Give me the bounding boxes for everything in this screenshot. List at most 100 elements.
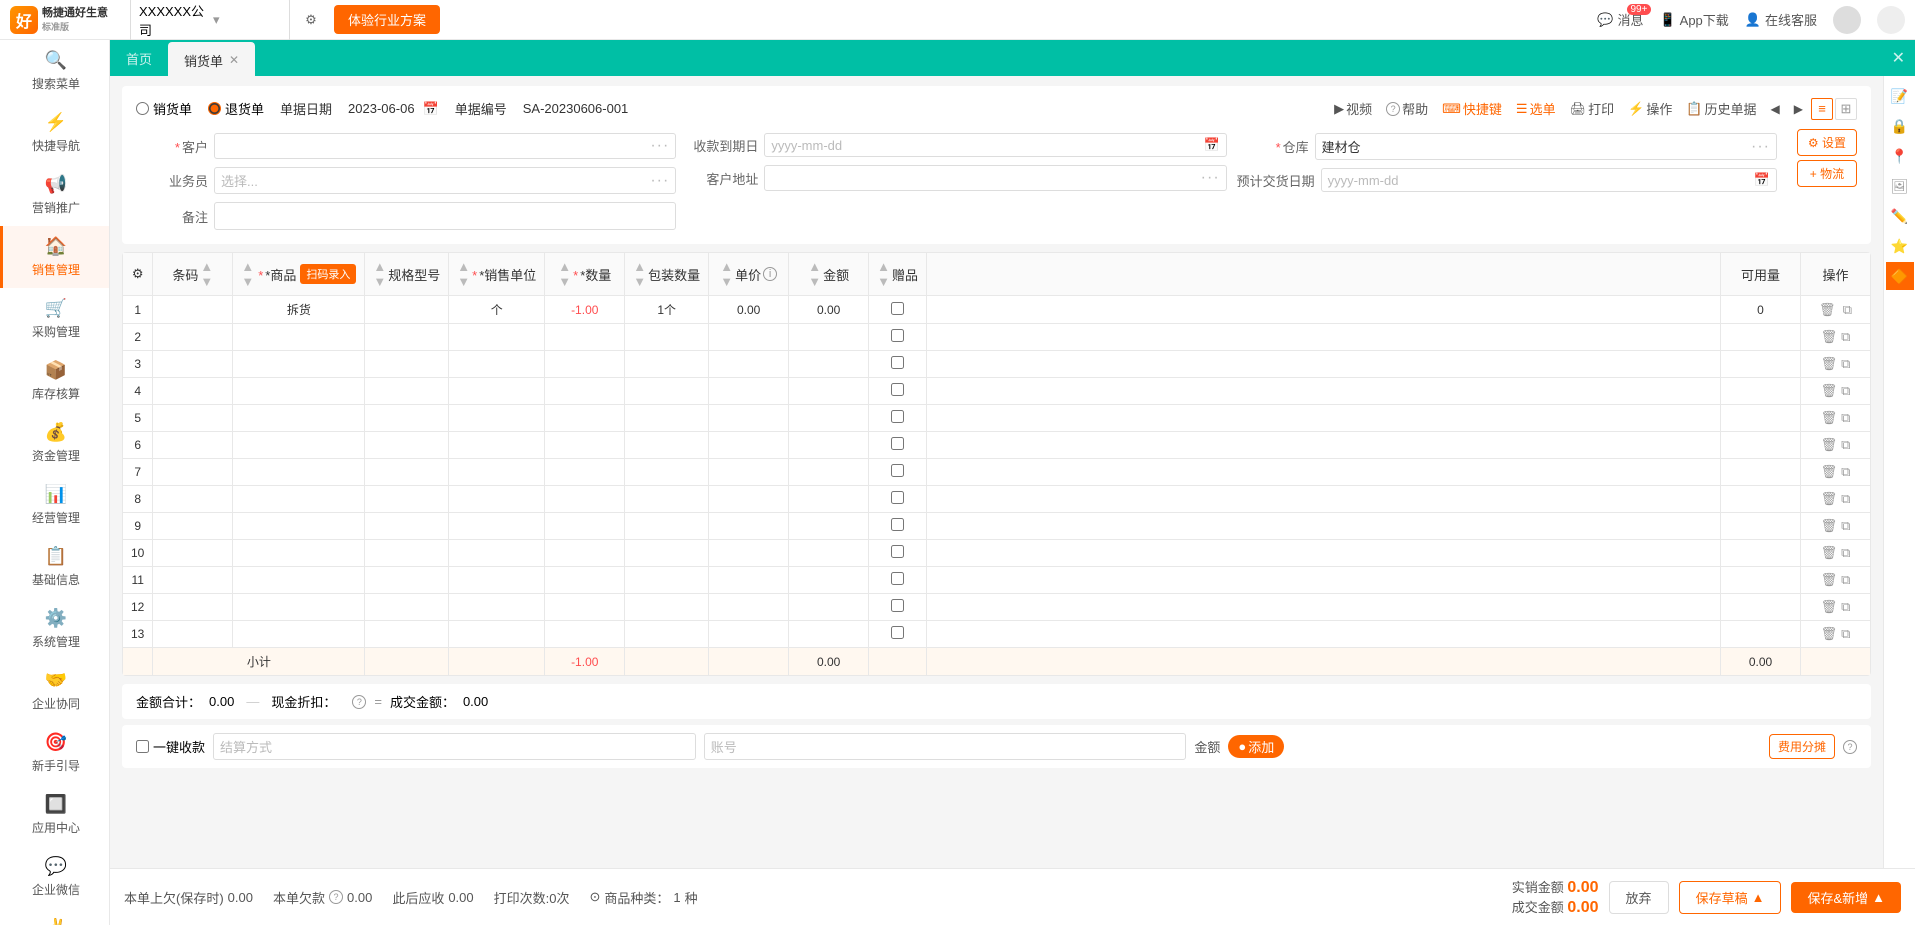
- copy-btn-6[interactable]: ⧉: [1841, 437, 1850, 452]
- sidebar-item-app-center[interactable]: 🔲 应用中心: [0, 784, 109, 846]
- pack-qty-sort[interactable]: ▲▼: [633, 259, 646, 289]
- topbar-settings-btn[interactable]: ⚙: [296, 5, 326, 35]
- copy-btn-13[interactable]: ⧉: [1841, 626, 1850, 641]
- discount-help-icon[interactable]: ?: [352, 695, 366, 709]
- rp-location-btn[interactable]: 📍: [1886, 142, 1914, 170]
- copy-btn-3[interactable]: ⧉: [1841, 356, 1850, 371]
- sidebar-item-sales[interactable]: 🏠 销售管理: [0, 226, 109, 288]
- copy-btn-11[interactable]: ⧉: [1841, 572, 1850, 587]
- delete-btn-2[interactable]: 🗑: [1821, 329, 1838, 344]
- delete-btn-11[interactable]: 🗑: [1821, 572, 1838, 587]
- sidebar-item-inventory[interactable]: 📦 库存核算: [0, 350, 109, 412]
- price-sort[interactable]: ▲▼: [720, 259, 733, 289]
- copy-btn-10[interactable]: ⧉: [1841, 545, 1850, 560]
- product-sort[interactable]: ▲▼: [241, 259, 254, 289]
- gift-checkbox-7[interactable]: [891, 464, 904, 477]
- delete-btn-10[interactable]: 🗑: [1821, 545, 1838, 560]
- toolbar-print-btn[interactable]: 🖨 打印: [1564, 96, 1621, 121]
- add-payment-btn[interactable]: ● 添加: [1228, 735, 1284, 758]
- td-amount-1[interactable]: 0.00: [789, 296, 869, 324]
- toolbar-next-btn[interactable]: ▶: [1788, 99, 1809, 119]
- gift-checkbox-13[interactable]: [891, 626, 904, 639]
- radio-return-order[interactable]: 退货单: [208, 99, 264, 118]
- gift-checkbox-12[interactable]: [891, 599, 904, 612]
- online-service-btn[interactable]: 👤 在线客服: [1745, 10, 1817, 29]
- amount-sort[interactable]: ▲▼: [808, 259, 821, 289]
- tab-sales-order[interactable]: 销货单 ✕: [168, 42, 255, 78]
- message-btn[interactable]: 💬 消息 99+: [1597, 10, 1643, 29]
- sidebar-item-finance[interactable]: 💰 资金管理: [0, 412, 109, 474]
- gift-checkbox-11[interactable]: [891, 572, 904, 585]
- copy-btn-1[interactable]: ⧉: [1843, 302, 1852, 317]
- radio-sales-order[interactable]: 销货单: [136, 99, 192, 118]
- expense-help-icon[interactable]: ?: [1843, 740, 1857, 754]
- save-draft-btn[interactable]: 保存草稿 ▲: [1679, 881, 1782, 914]
- td-product-1[interactable]: 拆货: [233, 296, 365, 324]
- gift-checkbox-4[interactable]: [891, 383, 904, 396]
- gift-checkbox-8[interactable]: [891, 491, 904, 504]
- one-click-payment-checkbox[interactable]: 一键收款: [136, 737, 205, 756]
- sidebar-item-purchase[interactable]: 🛒 采购管理: [0, 288, 109, 350]
- rp-orange-btn[interactable]: 🔶: [1886, 262, 1914, 290]
- rp-edit-btn[interactable]: ✏️: [1886, 202, 1914, 230]
- gift-checkbox-10[interactable]: [891, 545, 904, 558]
- gift-checkbox-5[interactable]: [891, 410, 904, 423]
- product-type-radio[interactable]: ⊙: [589, 889, 600, 905]
- copy-btn-4[interactable]: ⧉: [1841, 383, 1850, 398]
- sidebar-item-operations[interactable]: 📊 经营管理: [0, 474, 109, 536]
- save-new-btn[interactable]: 保存&新增 ▲: [1791, 882, 1901, 913]
- unit-sort[interactable]: ▲▼: [457, 259, 470, 289]
- table-settings-icon[interactable]: ⚙: [132, 266, 144, 281]
- td-price-1[interactable]: 0.00: [709, 296, 789, 324]
- copy-btn-12[interactable]: ⧉: [1841, 599, 1850, 614]
- sidebar-item-base-info[interactable]: 📋 基础信息: [0, 536, 109, 598]
- td-gift-1[interactable]: [869, 296, 927, 324]
- form-settings-btn[interactable]: ⚙ 设置: [1797, 129, 1857, 156]
- delete-btn-7[interactable]: 🗑: [1821, 464, 1838, 479]
- spec-sort[interactable]: ▲▼: [373, 259, 386, 289]
- sidebar-item-guide[interactable]: 🎯 新手引导: [0, 722, 109, 784]
- radio-sales-input[interactable]: [136, 102, 149, 115]
- sidebar-item-marketing[interactable]: 📢 营销推广: [0, 164, 109, 226]
- customer-addr-input[interactable]: ···: [764, 165, 1226, 191]
- warehouse-input[interactable]: 建材仓 ···: [1315, 133, 1777, 160]
- delete-btn-1[interactable]: 🗑: [1819, 302, 1836, 317]
- view-list-btn[interactable]: ≡: [1811, 98, 1833, 120]
- gift-checkbox-3[interactable]: [891, 356, 904, 369]
- sidebar-item-system[interactable]: ⚙️ 系统管理: [0, 598, 109, 660]
- customer-input[interactable]: ···: [214, 133, 676, 159]
- gift-checkbox-9[interactable]: [891, 518, 904, 531]
- tab-home[interactable]: 首页: [110, 40, 168, 76]
- sidebar-item-enterprise[interactable]: 🤝 企业协同: [0, 660, 109, 722]
- toolbar-help-btn[interactable]: ? 帮助: [1380, 96, 1434, 121]
- abandon-btn[interactable]: 放弃: [1609, 881, 1669, 914]
- calc-method-input[interactable]: 结算方式: [213, 733, 696, 760]
- date-calendar-icon[interactable]: 📅: [423, 101, 439, 117]
- copy-btn-5[interactable]: ⧉: [1841, 410, 1850, 425]
- td-spec-1[interactable]: [365, 296, 449, 324]
- price-info-icon[interactable]: i: [763, 267, 777, 281]
- owed-help-icon[interactable]: ?: [329, 890, 343, 904]
- th-settings[interactable]: ⚙: [123, 253, 153, 296]
- scan-btn[interactable]: 扫码录入: [300, 264, 356, 284]
- sidebar-item-quick-nav[interactable]: ⚡ 快捷导航: [0, 102, 109, 164]
- rp-note-btn[interactable]: 📝: [1886, 82, 1914, 110]
- delete-btn-13[interactable]: 🗑: [1821, 626, 1838, 641]
- copy-btn-9[interactable]: ⧉: [1841, 518, 1850, 533]
- trial-button[interactable]: 体验行业方案: [334, 5, 440, 34]
- sidebar-item-search[interactable]: 🔍 搜索菜单: [0, 40, 109, 102]
- rp-star-btn[interactable]: ⭐: [1886, 232, 1914, 260]
- delete-btn-6[interactable]: 🗑: [1821, 437, 1838, 452]
- toolbar-operate-btn[interactable]: ⚡ 操作: [1622, 96, 1678, 121]
- view-grid-btn[interactable]: ⊞: [1835, 98, 1857, 120]
- remarks-input[interactable]: [214, 202, 676, 230]
- radio-return-input[interactable]: [208, 102, 221, 115]
- copy-btn-8[interactable]: ⧉: [1841, 491, 1850, 506]
- sidebar-item-member[interactable]: ✌️ 畅会员: [0, 908, 109, 925]
- delete-btn-5[interactable]: 🗑: [1821, 410, 1838, 425]
- expected-date-input[interactable]: yyyy-mm-dd 📅: [1321, 168, 1777, 192]
- delete-btn-9[interactable]: 🗑: [1821, 518, 1838, 533]
- receive-date-input[interactable]: yyyy-mm-dd 📅: [764, 133, 1226, 157]
- td-qty-1[interactable]: -1.00: [545, 296, 625, 324]
- delete-btn-4[interactable]: 🗑: [1821, 383, 1838, 398]
